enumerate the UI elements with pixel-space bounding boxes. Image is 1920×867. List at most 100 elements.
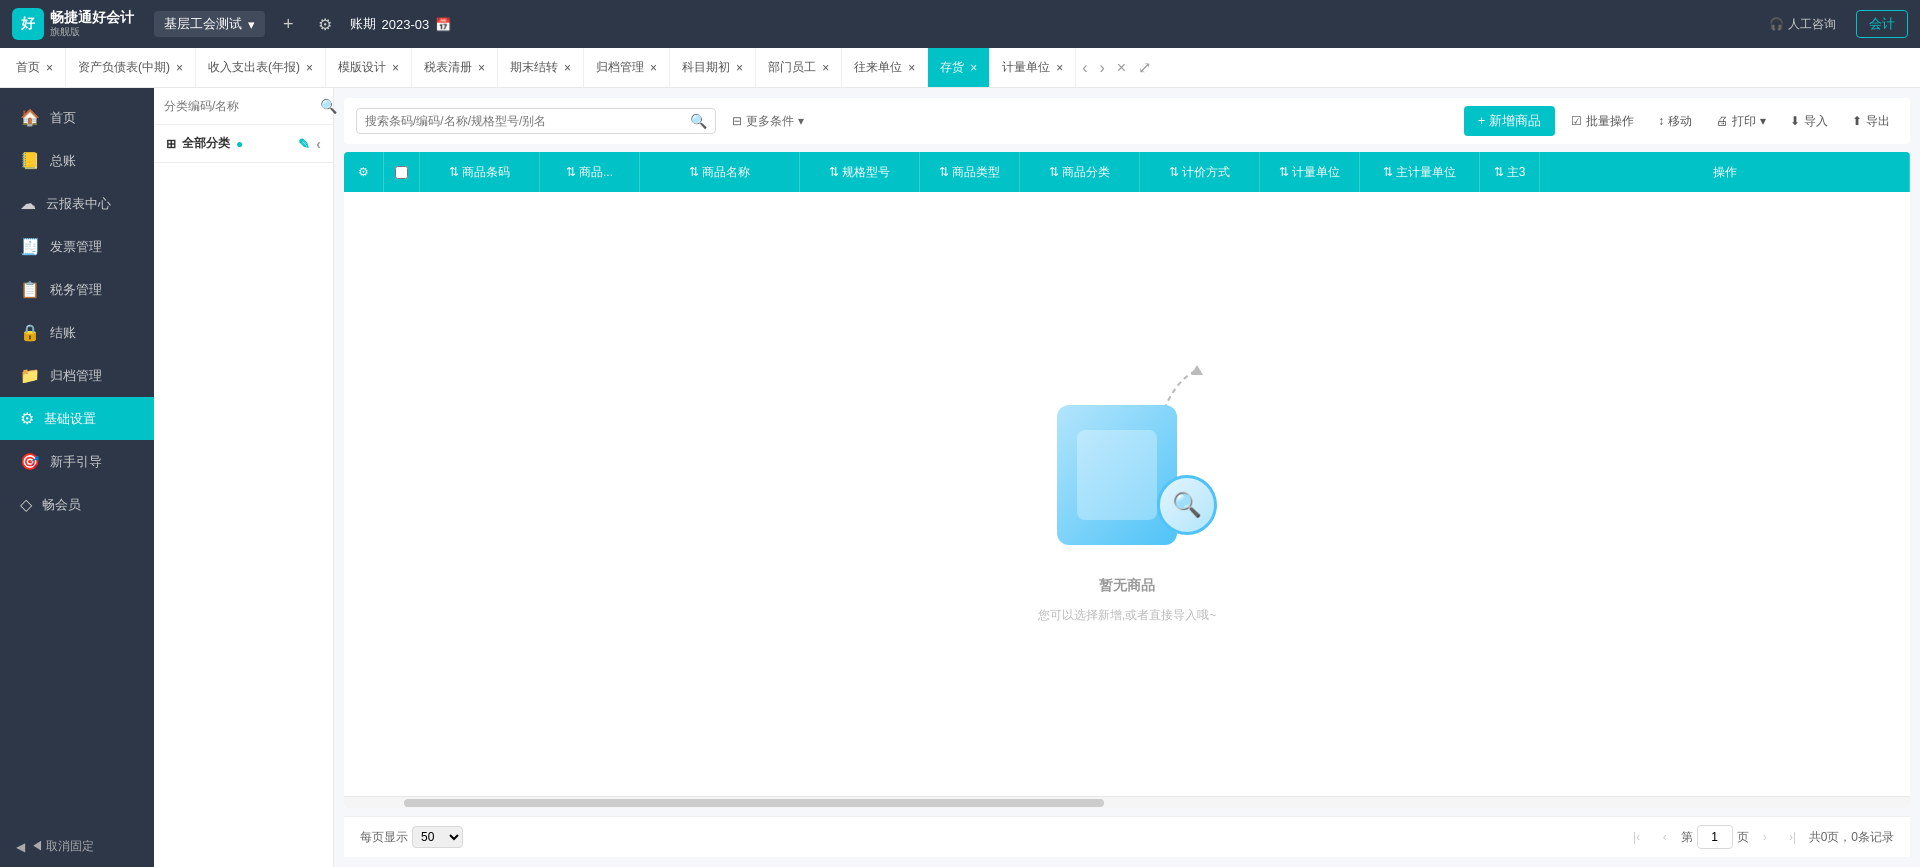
close-icon[interactable]: × <box>650 61 657 75</box>
search-icon[interactable]: 🔍 <box>690 113 707 129</box>
tab-subject[interactable]: 科目期初 × <box>670 48 756 88</box>
tab-expand-button[interactable]: ⤢ <box>1132 48 1157 88</box>
pagination: 每页显示 10 20 50 100 |‹ ‹ 第 页 <box>344 816 1910 857</box>
new-item-button[interactable]: + 新增商品 <box>1464 106 1555 136</box>
close-icon[interactable]: × <box>1056 61 1063 75</box>
tab-prev-button[interactable]: ‹ <box>1076 48 1093 88</box>
th-settings[interactable]: ⚙ <box>344 152 384 192</box>
unpin-button[interactable]: ◀ ◀ 取消固定 <box>0 826 154 867</box>
page-size-select[interactable]: 10 20 50 100 <box>412 826 463 848</box>
content-area: 🔍 ⊞ 全部分类 ● ✎ ‹ 🔍 <box>154 88 1920 867</box>
th-spec[interactable]: ⇅ 规格型号 <box>800 152 920 192</box>
close-icon[interactable]: × <box>822 61 829 75</box>
first-page-button[interactable]: |‹ <box>1625 825 1649 849</box>
print-button[interactable]: 🖨 打印 ▾ <box>1708 109 1774 134</box>
consult-button[interactable]: 🎧 人工咨询 <box>1761 12 1844 37</box>
batch-button[interactable]: ☑ 批量操作 <box>1563 109 1642 134</box>
th-main-unit[interactable]: ⇅ 主计量单位 <box>1360 152 1480 192</box>
gear-icon: ⚙ <box>20 409 34 428</box>
sidebar-item-archive[interactable]: 📁 归档管理 <box>0 354 154 397</box>
th-category[interactable]: ⇅ 商品分类 <box>1020 152 1140 192</box>
close-icon[interactable]: × <box>736 61 743 75</box>
close-icon[interactable]: × <box>564 61 571 75</box>
page-unit: 页 <box>1737 829 1749 846</box>
tab-unit[interactable]: 计量单位 × <box>990 48 1076 88</box>
empty-doc-inner <box>1077 430 1157 520</box>
th-type[interactable]: ⇅ 商品类型 <box>920 152 1020 192</box>
app-logo: 好 畅捷通好会计 旗舰版 <box>12 8 142 40</box>
table-area: 🔍 ⊟ 更多条件 ▾ + 新增商品 ☑ 批量操作 <box>334 88 1920 867</box>
settings-icon[interactable]: ⚙ <box>312 15 338 34</box>
chevron-down-icon: ▾ <box>1760 114 1766 128</box>
kuaiji-button[interactable]: 会计 <box>1856 10 1908 38</box>
next-page-button[interactable]: › <box>1753 825 1777 849</box>
svg-marker-0 <box>1191 365 1203 375</box>
sidebar-item-ledger[interactable]: 📒 总账 <box>0 139 154 182</box>
search-input[interactable] <box>365 114 684 128</box>
company-name: 基层工会测试 <box>164 15 242 33</box>
sidebar-item-guide[interactable]: 🎯 新手引导 <box>0 440 154 483</box>
category-search: 🔍 <box>154 88 333 125</box>
close-icon[interactable]: × <box>176 61 183 75</box>
company-selector[interactable]: 基层工会测试 ▾ <box>154 11 265 37</box>
tab-inventory[interactable]: 存货 × <box>928 48 990 88</box>
th-num[interactable]: ⇅ 主3 <box>1480 152 1540 192</box>
import-icon: ⬇ <box>1790 114 1800 128</box>
sidebar-item-invoice[interactable]: 🧾 发票管理 <box>0 225 154 268</box>
chevron-down-icon: ▾ <box>248 17 255 32</box>
top-header: 好 畅捷通好会计 旗舰版 基层工会测试 ▾ + ⚙ 账期 2023-03 📅 🎧… <box>0 0 1920 48</box>
tab-next-button[interactable]: › <box>1094 48 1111 88</box>
tab-dept[interactable]: 部门员工 × <box>756 48 842 88</box>
empty-title: 暂无商品 <box>1099 577 1155 595</box>
sidebar-item-home[interactable]: 🏠 首页 <box>0 96 154 139</box>
tab-income[interactable]: 收入支出表(年报) × <box>196 48 326 88</box>
th-barcode[interactable]: ⇅ 商品条码 <box>420 152 540 192</box>
import-button[interactable]: ⬇ 导入 <box>1782 109 1836 134</box>
tab-period-end[interactable]: 期末结转 × <box>498 48 584 88</box>
header-actions: 🎧 人工咨询 会计 <box>1761 10 1908 38</box>
page-input[interactable] <box>1697 825 1733 849</box>
category-edit-button[interactable]: ✎ <box>298 136 310 152</box>
tab-tax[interactable]: 税表清册 × <box>412 48 498 88</box>
calendar-icon[interactable]: 📅 <box>435 17 451 32</box>
guide-icon: 🎯 <box>20 452 40 471</box>
export-button[interactable]: ⬆ 导出 <box>1844 109 1898 134</box>
close-icon[interactable]: × <box>908 61 915 75</box>
more-filter-button[interactable]: ⊟ 更多条件 ▾ <box>724 109 812 134</box>
th-name[interactable]: ⇅ 商品名称 <box>640 152 800 192</box>
th-unit[interactable]: ⇅ 计量单位 <box>1260 152 1360 192</box>
tab-balance[interactable]: 资产负债表(中期) × <box>66 48 196 88</box>
th-price-method[interactable]: ⇅ 计价方式 <box>1140 152 1260 192</box>
horizontal-scrollbar[interactable] <box>344 796 1910 808</box>
add-tab-button[interactable]: + <box>277 14 300 35</box>
select-all-checkbox[interactable] <box>395 166 408 179</box>
tab-template[interactable]: 模版设计 × <box>326 48 412 88</box>
category-search-input[interactable] <box>164 99 314 113</box>
tab-home[interactable]: 首页 × <box>4 48 66 88</box>
scrollbar-thumb[interactable] <box>404 799 1104 807</box>
last-page-button[interactable]: ›| <box>1781 825 1805 849</box>
sidebar-item-member[interactable]: ◇ 畅会员 <box>0 483 154 526</box>
empty-illustration: 🔍 <box>1037 365 1217 565</box>
tab-close-all-button[interactable]: × <box>1111 48 1132 88</box>
move-button[interactable]: ↕ 移动 <box>1650 109 1700 134</box>
page-size-selector: 每页显示 10 20 50 100 <box>360 826 463 848</box>
close-icon[interactable]: × <box>306 61 313 75</box>
close-icon[interactable]: × <box>478 61 485 75</box>
sidebar-item-close[interactable]: 🔒 结账 <box>0 311 154 354</box>
tab-customer[interactable]: 往来单位 × <box>842 48 928 88</box>
tab-archive[interactable]: 归档管理 × <box>584 48 670 88</box>
sidebar-item-report[interactable]: ☁ 云报表中心 <box>0 182 154 225</box>
sidebar-item-tax[interactable]: 📋 税务管理 <box>0 268 154 311</box>
close-icon[interactable]: × <box>392 61 399 75</box>
data-table: ⚙ ⇅ 商品条码 ⇅ 商品... ⇅ <box>344 152 1910 808</box>
category-collapse-button[interactable]: ‹ <box>316 136 321 152</box>
th-checkbox[interactable] <box>384 152 420 192</box>
th-code[interactable]: ⇅ 商品... <box>540 152 640 192</box>
inner-content: 🔍 ⊞ 全部分类 ● ✎ ‹ 🔍 <box>154 88 1920 867</box>
sidebar-item-settings[interactable]: ⚙ 基础设置 <box>0 397 154 440</box>
close-icon[interactable]: × <box>970 61 977 75</box>
prev-page-button[interactable]: ‹ <box>1653 825 1677 849</box>
move-icon: ↕ <box>1658 114 1664 128</box>
close-icon[interactable]: × <box>46 61 53 75</box>
